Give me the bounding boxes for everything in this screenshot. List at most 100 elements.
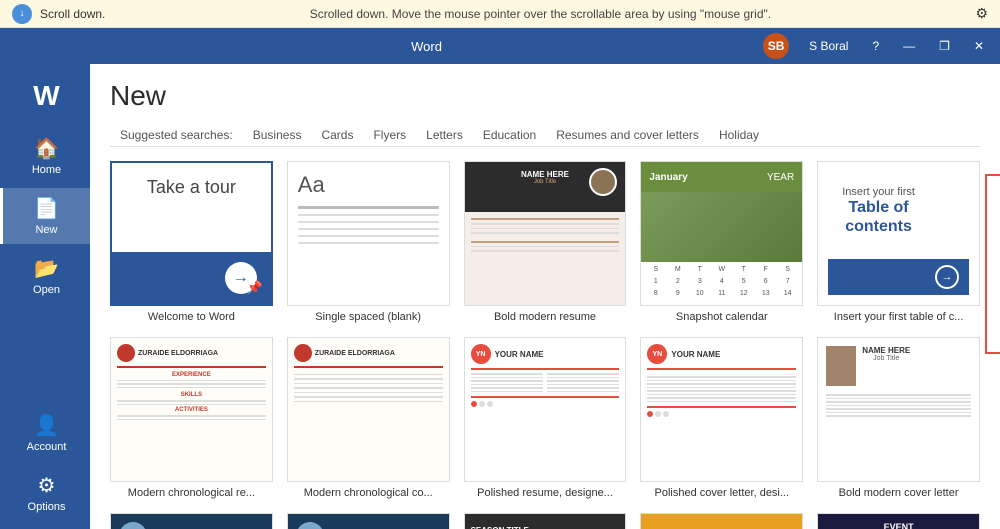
cal-cell: 4	[711, 278, 732, 289]
br-line-4	[471, 246, 620, 248]
app-title: Word	[90, 39, 763, 54]
cal-cell: M	[667, 266, 688, 277]
mcc-line-6	[294, 396, 443, 398]
cal-year: YEAR	[767, 172, 794, 183]
oc-content: EVENT TITLE	[641, 514, 802, 529]
blank-line-3	[298, 221, 439, 223]
mcr-line-5	[117, 404, 266, 406]
user-avatar[interactable]: SB	[763, 33, 789, 59]
bc-photo	[826, 346, 856, 386]
mcr-line-6	[117, 415, 266, 417]
pr-name: YOUR NAME	[495, 350, 544, 359]
pc-bottom-line	[647, 406, 796, 408]
pc-dot-1	[647, 411, 653, 417]
sidebar-label-open: Open	[33, 284, 60, 296]
template-card-blank[interactable]: Aa Single spaced (blank)	[287, 161, 450, 323]
blank-line-2	[298, 214, 439, 216]
sidebar-item-open[interactable]: 📂 Open	[0, 248, 90, 304]
br-divider-2	[471, 241, 620, 243]
cal-content: January YEAR S M T W T F S 1	[641, 162, 802, 305]
template-label-tour: Welcome to Word	[110, 311, 273, 323]
sidebar-item-new[interactable]: 📄 New	[0, 188, 90, 244]
pin-icon: 📌	[247, 280, 263, 296]
template-card-modern-chron-r[interactable]: ZURAIDE ELDORRIAGA EXPERIENCE SKILLS ACT…	[110, 337, 273, 499]
bp2-content	[288, 514, 449, 529]
cal-cell: S	[777, 266, 798, 277]
cal-month: January	[649, 172, 687, 183]
template-card-bold-resume[interactable]: NAME HERE Job Title	[464, 161, 627, 323]
mcc-divider	[294, 366, 443, 368]
template-card-tour[interactable]: Take a tour → 📌 Welcome to Word	[110, 161, 273, 323]
page-title: New	[110, 80, 980, 112]
restore-button[interactable]: ❐	[931, 28, 958, 64]
pc-l8	[647, 401, 796, 403]
template-card-orange-card[interactable]: EVENT TITLE	[640, 513, 803, 529]
user-name: S Boral	[801, 28, 856, 64]
cat-holiday[interactable]: Holiday	[709, 124, 769, 146]
df-content: SEASON TITLE	[465, 514, 626, 529]
close-button[interactable]: ✕	[966, 28, 992, 64]
pr-l2	[471, 377, 543, 379]
cal-cell: F	[755, 266, 776, 277]
sidebar-item-home[interactable]: 🏠 Home	[0, 128, 90, 184]
help-button[interactable]: ?	[864, 28, 887, 64]
cat-flyers[interactable]: Flyers	[363, 124, 416, 146]
bc-l6	[826, 412, 971, 414]
cal-cell: 5	[733, 278, 754, 289]
template-card-bold-cover[interactable]: NAME HERE Job Title	[817, 337, 980, 499]
template-card-event-series[interactable]: EVENTSERIESNAME Event Details	[817, 513, 980, 529]
template-card-blue-person2[interactable]	[287, 513, 450, 529]
template-card-toc[interactable]: Insert your first Table ofcontents → Ins…	[817, 161, 980, 323]
template-card-blue-person[interactable]	[110, 513, 273, 529]
template-label-modern-chron-c: Modern chronological co...	[287, 487, 450, 499]
cat-cards[interactable]: Cards	[311, 124, 363, 146]
cat-letters[interactable]: Letters	[416, 124, 473, 146]
mcc-line-1	[294, 374, 443, 376]
mcr-section-1: EXPERIENCE	[117, 372, 266, 378]
bc-content: NAME HERE Job Title	[818, 338, 979, 481]
sidebar-item-word: W	[0, 72, 90, 124]
bp-content	[111, 514, 272, 529]
mcr-line-2	[117, 383, 266, 385]
cat-education[interactable]: Education	[473, 124, 546, 146]
toc-blue-bottom: →	[828, 259, 969, 295]
pc-dot-3	[663, 411, 669, 417]
template-thumb-blue-person2	[287, 513, 450, 529]
new-icon: 📄	[34, 196, 59, 221]
cal-header: January YEAR	[641, 162, 802, 192]
cal-cell: 12	[733, 290, 754, 301]
settings-icon[interactable]: ⚙	[975, 5, 988, 22]
template-card-calendar[interactable]: January YEAR S M T W T F S 1	[640, 161, 803, 323]
template-card-polished-cover[interactable]: YN YOUR NAME	[640, 337, 803, 499]
cat-suggested[interactable]: Suggested searches:	[110, 124, 243, 146]
cal-cell: 1	[645, 278, 666, 289]
template-card-polished-resume[interactable]: YN YOUR NAME	[464, 337, 627, 499]
blank-line-1	[298, 206, 439, 209]
app-layout: W 🏠 Home 📄 New 📂 Open 👤 Account ⚙ Option…	[0, 64, 1000, 529]
minimize-button[interactable]: —	[895, 28, 923, 64]
pc-l7	[647, 397, 796, 399]
toc-content: Insert your first Table ofcontents →	[818, 162, 979, 305]
sidebar-item-options[interactable]: ⚙ Options	[0, 465, 90, 521]
br-line-1	[471, 223, 620, 225]
blank-line-4	[298, 228, 439, 230]
template-card-modern-chron-c[interactable]: ZURAIDE ELDORRIAGA Modern chronological …	[287, 337, 450, 499]
cal-cell: T	[733, 266, 754, 277]
br-line-5	[471, 250, 620, 252]
cat-resume[interactable]: Resumes and cover letters	[546, 124, 709, 146]
mcr-line-7	[117, 419, 266, 421]
mcc-line-2	[294, 378, 443, 380]
blank-content: Aa	[288, 162, 449, 305]
template-card-dark-food[interactable]: SEASON TITLE	[464, 513, 627, 529]
cal-grid: S M T W T F S 1 2 3 4 5 6	[641, 262, 802, 305]
sidebar-label-account: Account	[27, 441, 67, 453]
notification-message: Scrolled down. Move the mouse pointer ov…	[105, 7, 975, 21]
notification-bar: ↓ Scroll down. Scrolled down. Move the m…	[0, 0, 1000, 28]
template-label-polished-cover: Polished cover letter, desi...	[640, 487, 803, 499]
sidebar-label-options: Options	[28, 501, 66, 513]
bp2-header	[296, 522, 441, 529]
pc-name: YOUR NAME	[671, 350, 720, 359]
sidebar-item-account[interactable]: 👤 Account	[0, 405, 90, 461]
pr-dots	[471, 401, 620, 407]
cat-business[interactable]: Business	[243, 124, 312, 146]
